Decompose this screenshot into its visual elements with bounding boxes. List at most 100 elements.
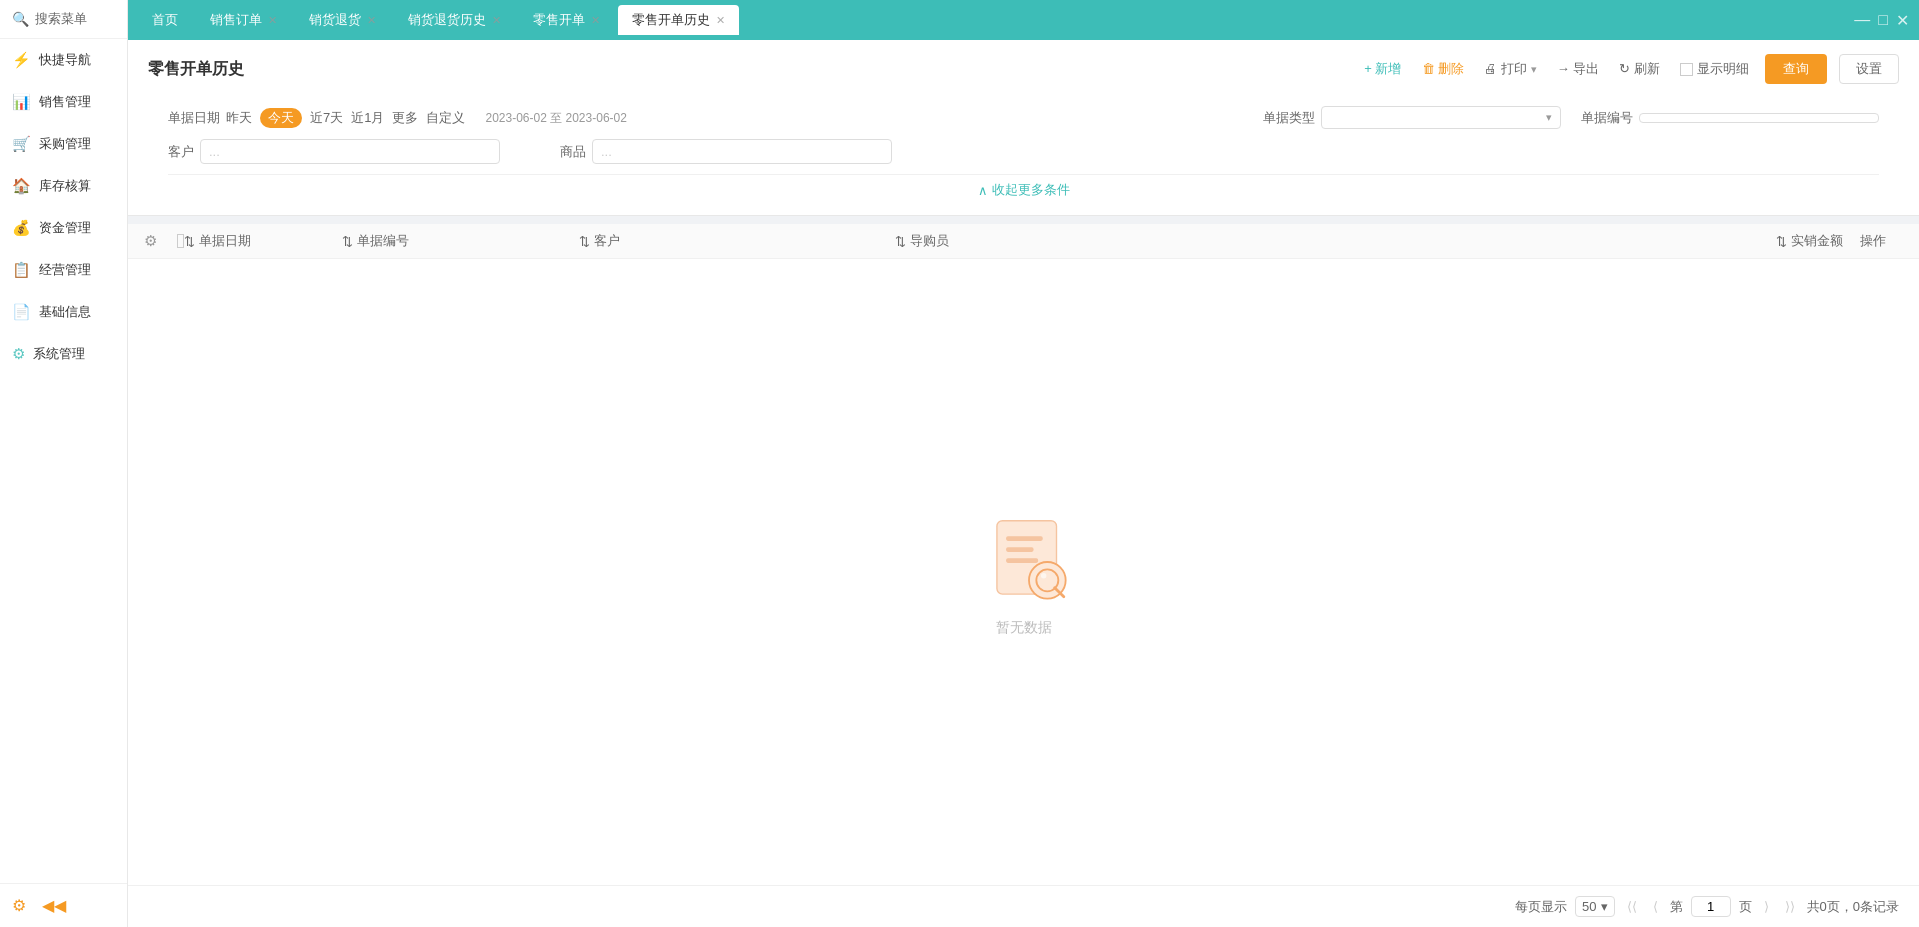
col-guide[interactable]: ⇅ 导购员 (895, 232, 1053, 250)
first-page-btn[interactable]: ⟨⟨ (1623, 897, 1641, 916)
sidebar-item-system-mgmt[interactable]: ⚙ 系统管理 (0, 333, 127, 375)
col-date[interactable]: ⇅ 单据日期 (184, 232, 342, 250)
pagination-total: 共0页，0条记录 (1807, 898, 1899, 916)
sidebar-search-label: 搜索菜单 (35, 10, 87, 28)
sidebar-item-label: 资金管理 (39, 219, 91, 237)
product-input[interactable]: ... (592, 139, 892, 164)
query-button[interactable]: 查询 (1765, 54, 1827, 84)
sidebar-item-label: 快捷导航 (39, 51, 91, 69)
empty-text: 暂无数据 (996, 619, 1052, 637)
collapse-more-btn[interactable]: ∧ 收起更多条件 (168, 174, 1879, 205)
tab-sales-return-history[interactable]: 销货退货历史 ✕ (394, 5, 515, 35)
date-custom[interactable]: 自定义 (426, 109, 465, 127)
sort-icon-order-no: ⇅ (342, 234, 353, 249)
toolbar: + 新增 🗑 删除 🖨 打印 ▾ → 导出 ↻ 刷新 显示明细 查询 设置 (1360, 54, 1899, 84)
date-shortcuts: 昨天 今天 近7天 近1月 更多 自定义 (226, 108, 465, 128)
tabbar: 首页 销售订单 ✕ 销货退货 ✕ 销货退货历史 ✕ 零售开单 ✕ 零售开单历史 … (128, 0, 1919, 40)
sidebar-bottom: ⚙ ◀◀ (0, 883, 127, 927)
filter-order-type: 单据类型 ▾ (1263, 106, 1561, 129)
svg-rect-3 (1006, 558, 1038, 563)
sidebar-item-label: 销售管理 (39, 93, 91, 111)
tab-close-sales-return-history[interactable]: ✕ (492, 14, 501, 27)
page-input[interactable] (1691, 896, 1731, 917)
date-yesterday[interactable]: 昨天 (226, 109, 252, 127)
svg-rect-2 (1006, 547, 1034, 552)
prev-page-btn[interactable]: ⟨ (1649, 897, 1662, 916)
refresh-button[interactable]: ↻ 刷新 (1615, 58, 1664, 80)
tab-close-sales-order[interactable]: ✕ (268, 14, 277, 27)
per-page-select[interactable]: 50 ▾ (1575, 896, 1614, 917)
setting-button[interactable]: 设置 (1839, 54, 1899, 84)
sidebar-item-operations[interactable]: 📋 经营管理 (0, 249, 127, 291)
date-more[interactable]: 更多 (392, 109, 418, 127)
empty-state: 暂无数据 (128, 259, 1919, 885)
main-area: 首页 销售订单 ✕ 销货退货 ✕ 销货退货历史 ✕ 零售开单 ✕ 零售开单历史 … (128, 0, 1919, 927)
close-button[interactable]: ✕ (1896, 11, 1909, 30)
select-all-checkbox[interactable] (177, 234, 184, 248)
sidebar-item-label: 采购管理 (39, 135, 91, 153)
finance-icon: 💰 (12, 219, 31, 237)
col-customer[interactable]: ⇅ 客户 (579, 232, 895, 250)
sort-icon-guide: ⇅ (895, 234, 906, 249)
sidebar-item-label: 系统管理 (33, 345, 85, 363)
system-mgmt-icon: ⚙ (12, 345, 25, 363)
sort-icon-amount: ⇅ (1776, 234, 1787, 249)
filter-row-1: 单据日期 昨天 今天 近7天 近1月 更多 自定义 2023-06-02 至 2… (168, 106, 1879, 129)
print-button[interactable]: 🖨 打印 ▾ (1480, 58, 1541, 80)
order-type-arrow-icon: ▾ (1546, 111, 1552, 124)
settings-icon[interactable]: ⚙ (12, 896, 26, 915)
tab-close-retail-open-history[interactable]: ✕ (716, 14, 725, 27)
tab-close-sales-return[interactable]: ✕ (367, 14, 376, 27)
customer-input[interactable]: ... (200, 139, 500, 164)
date-today[interactable]: 今天 (260, 108, 302, 128)
sidebar-item-basic-info[interactable]: 📄 基础信息 (0, 291, 127, 333)
sidebar-search[interactable]: 🔍 搜索菜单 (0, 0, 127, 39)
inventory-icon: 🏠 (12, 177, 31, 195)
filter-product: 商品 ... (560, 139, 892, 164)
date-label: 单据日期 (168, 109, 220, 127)
col-amount[interactable]: ⇅ 实销金额 (1685, 232, 1843, 250)
export-button[interactable]: → 导出 (1553, 58, 1604, 80)
maximize-button[interactable]: □ (1878, 11, 1888, 29)
tab-retail-open[interactable]: 零售开单 ✕ (519, 5, 614, 35)
sort-icon-date: ⇅ (184, 234, 195, 249)
sidebar-item-sales-mgmt[interactable]: 📊 销售管理 (0, 81, 127, 123)
sidebar-item-quick-nav[interactable]: ⚡ 快捷导航 (0, 39, 127, 81)
order-type-select[interactable]: ▾ (1321, 106, 1561, 129)
per-page-arrow-icon: ▾ (1601, 899, 1608, 914)
sidebar-item-label: 经营管理 (39, 261, 91, 279)
last-page-btn[interactable]: ⟩⟩ (1781, 897, 1799, 916)
per-page-label: 每页显示 (1515, 898, 1567, 916)
delete-button[interactable]: 🗑 删除 (1418, 58, 1469, 80)
purchase-mgmt-icon: 🛒 (12, 135, 31, 153)
order-no-input[interactable] (1639, 113, 1879, 123)
minimize-button[interactable]: — (1854, 11, 1870, 29)
content-area: 零售开单历史 + 新增 🗑 删除 🖨 打印 ▾ → 导出 ↻ 刷新 显示明细 查… (128, 40, 1919, 927)
date-1month[interactable]: 近1月 (351, 109, 384, 127)
add-button[interactable]: + 新增 (1360, 58, 1405, 80)
sort-icon-customer: ⇅ (579, 234, 590, 249)
tab-retail-open-history[interactable]: 零售开单历史 ✕ (618, 5, 739, 35)
display-detail-button[interactable]: 显示明细 (1676, 58, 1753, 80)
date-7days[interactable]: 近7天 (310, 109, 343, 127)
page-header: 零售开单历史 + 新增 🗑 删除 🖨 打印 ▾ → 导出 ↻ 刷新 显示明细 查… (128, 40, 1919, 216)
tab-sales-order[interactable]: 销售订单 ✕ (196, 5, 291, 35)
product-label: 商品 (560, 143, 586, 161)
sidebar-item-inventory[interactable]: 🏠 库存核算 (0, 165, 127, 207)
sidebar-item-purchase-mgmt[interactable]: 🛒 采购管理 (0, 123, 127, 165)
table-area: ⚙ ⇅ 单据日期 ⇅ 单据编号 ⇅ 客户 ⇅ 导购员 (128, 224, 1919, 885)
tab-home[interactable]: 首页 (138, 5, 192, 35)
page-title-row: 零售开单历史 + 新增 🗑 删除 🖨 打印 ▾ → 导出 ↻ 刷新 显示明细 查… (148, 54, 1899, 84)
col-settings: ⚙ (144, 232, 184, 250)
display-detail-checkbox (1680, 63, 1693, 76)
customer-placeholder: ... (209, 144, 491, 159)
sidebar: 🔍 搜索菜单 ⚡ 快捷导航 📊 销售管理 🛒 采购管理 🏠 库存核算 💰 资金管… (0, 0, 128, 927)
col-order-no[interactable]: ⇅ 单据编号 (342, 232, 579, 250)
tab-close-retail-open[interactable]: ✕ (591, 14, 600, 27)
tab-sales-return[interactable]: 销货退货 ✕ (295, 5, 390, 35)
table-settings-icon[interactable]: ⚙ (144, 232, 157, 250)
filter-customer: 客户 ... (168, 139, 500, 164)
sidebar-item-finance[interactable]: 💰 资金管理 (0, 207, 127, 249)
next-page-btn[interactable]: ⟩ (1760, 897, 1773, 916)
collapse-sidebar-icon[interactable]: ◀◀ (42, 896, 66, 915)
